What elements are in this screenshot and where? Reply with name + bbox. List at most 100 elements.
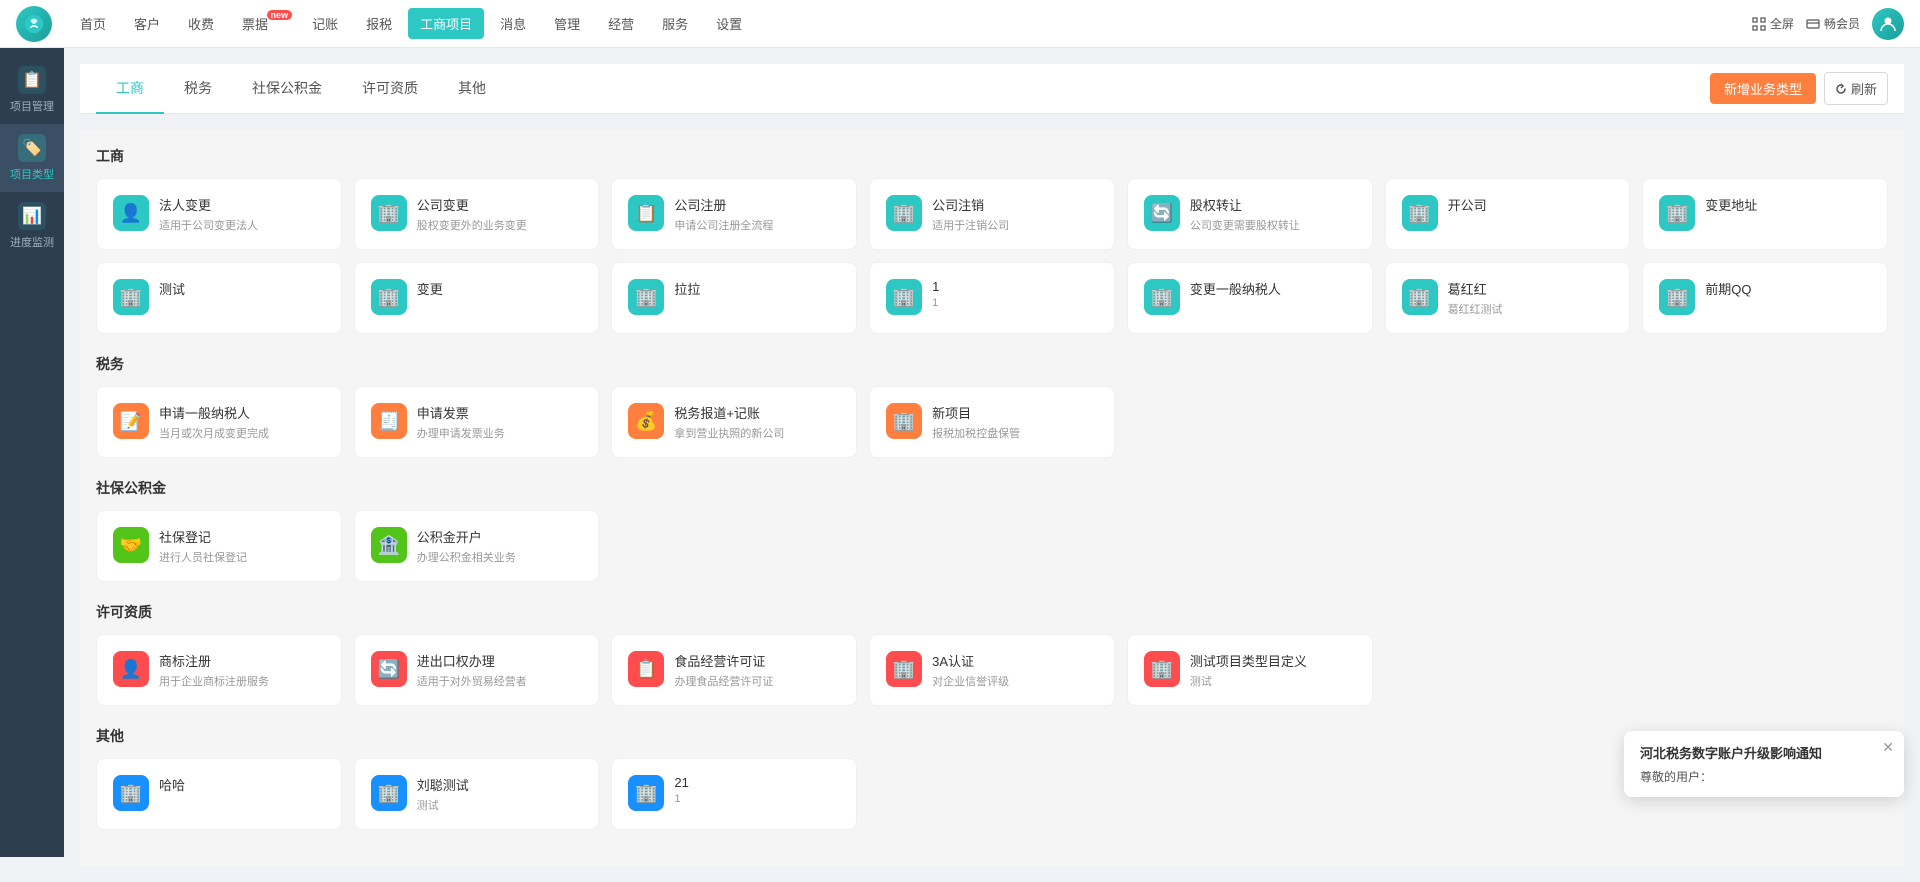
gehonghong-name: 葛红红 <box>1448 279 1614 298</box>
gongshang-row2: 🏢 测试 🏢 变更 🏢 拉拉 <box>96 262 1888 334</box>
card-gehonghong[interactable]: 🏢 葛红红 葛红红测试 <box>1385 262 1631 334</box>
dizhi-icon: 🏢 <box>1659 195 1695 231</box>
notification-popup: ✕ 河北税务数字账户升级影响通知 尊敬的用户： <box>1624 731 1904 797</box>
card-shuiwubodao[interactable]: 💰 税务报道+记账 拿到营业执照的新公司 <box>611 386 857 458</box>
card-shangbiao[interactable]: 👤 商标注册 用于企业商标注册服务 <box>96 634 342 706</box>
nav-fee[interactable]: 收费 <box>176 8 226 39</box>
ceshitype-name: 测试项目类型目定义 <box>1190 651 1356 670</box>
fullscreen-btn[interactable]: 全屏 <box>1752 15 1794 32</box>
yibanashuiren-icon: 📝 <box>113 403 149 439</box>
card-fapiao[interactable]: 🧾 申请发票 办理申请发票业务 <box>354 386 600 458</box>
21-name: 21 <box>674 775 840 790</box>
card-haha[interactable]: 🏢 哈哈 <box>96 758 342 830</box>
guquan-icon: 🔄 <box>1144 195 1180 231</box>
xinxiangmu-icon: 🏢 <box>886 403 922 439</box>
card-lala[interactable]: 🏢 拉拉 <box>611 262 857 334</box>
shangbiao-desc: 用于企业商标注册服务 <box>159 673 325 689</box>
liucong-name: 刘聪测试 <box>417 775 583 794</box>
nav-industry[interactable]: 工商项目 <box>408 8 484 39</box>
lala-icon: 🏢 <box>628 279 664 315</box>
card-yibanashuiren[interactable]: 📝 申请一般纳税人 当月或次月成变更完成 <box>96 386 342 458</box>
zhuxiao-name: 公司注销 <box>932 195 1098 214</box>
tab-shuiwu[interactable]: 税务 <box>164 64 232 114</box>
notification-title: 河北税务数字账户升级影响通知 <box>1640 743 1888 762</box>
jinchukou-icon: 🔄 <box>371 651 407 687</box>
one-desc: 1 <box>932 297 1098 309</box>
fapiao-icon: 🧾 <box>371 403 407 439</box>
nav-settings[interactable]: 设置 <box>704 8 754 39</box>
card-one[interactable]: 🏢 1 1 <box>869 262 1115 334</box>
shebao-grid: 🤝 社保登记 进行人员社保登记 🏦 公积金开户 办理公积金相关业务 <box>96 510 1888 582</box>
card-kaigongsi[interactable]: 🏢 开公司 <box>1385 178 1631 250</box>
sidebar-item-progress[interactable]: 📊 进度监测 <box>0 192 64 260</box>
zhuce-desc: 申请公司注册全流程 <box>674 217 840 233</box>
nav-admin[interactable]: 管理 <box>542 8 592 39</box>
zhuce-icon: 📋 <box>628 195 664 231</box>
card-guquan[interactable]: 🔄 股权转让 公司变更需要股权转让 <box>1127 178 1373 250</box>
haha-icon: 🏢 <box>113 775 149 811</box>
card-3a[interactable]: 🏢 3A认证 对企业信誉评级 <box>869 634 1115 706</box>
nav-tax[interactable]: 报税 <box>354 8 404 39</box>
ceshi-icon: 🏢 <box>113 279 149 315</box>
one-icon: 🏢 <box>886 279 922 315</box>
nav-business[interactable]: 经营 <box>596 8 646 39</box>
card-ceshi[interactable]: 🏢 测试 <box>96 262 342 334</box>
shebao-card-icon: 🤝 <box>113 527 149 563</box>
new-type-button[interactable]: 新增业务类型 <box>1710 73 1816 104</box>
card-gjijin[interactable]: 🏦 公积金开户 办理公积金相关业务 <box>354 510 600 582</box>
tab-gongshang[interactable]: 工商 <box>96 64 164 114</box>
tab-qita[interactable]: 其他 <box>438 64 506 114</box>
card-xinxiangmu[interactable]: 🏢 新项目 报税加税控盘保管 <box>869 386 1115 458</box>
21-desc: 1 <box>674 793 840 805</box>
card-jinchukou[interactable]: 🔄 进出口权办理 适用于对外贸易经营者 <box>354 634 600 706</box>
shebao-section: 社保公积金 🤝 社保登记 进行人员社保登记 🏦 公积金开户 办理公积金相关业务 <box>96 478 1888 582</box>
card-shipin[interactable]: 📋 食品经营许可证 办理食品经营许可证 <box>611 634 857 706</box>
nav-bookkeeping[interactable]: 记账 <box>300 8 350 39</box>
fapiao-name: 申请发票 <box>417 403 583 422</box>
fazhen-icon: 👤 <box>113 195 149 231</box>
gongsibiangeng-icon: 🏢 <box>371 195 407 231</box>
gongshang-row1: 👤 法人变更 适用于公司变更法人 🏢 公司变更 股权变更外的业务变更 📋 <box>96 178 1888 250</box>
card-liucong[interactable]: 🏢 刘聪测试 测试 <box>354 758 600 830</box>
gjijin-desc: 办理公积金相关业务 <box>417 549 583 565</box>
card-zhuxiao[interactable]: 🏢 公司注销 适用于注销公司 <box>869 178 1115 250</box>
card-qianqiQQ[interactable]: 🏢 前期QQ <box>1642 262 1888 334</box>
qita-section: 其他 🏢 哈哈 🏢 刘聪测试 测试 🏢 <box>96 726 1888 830</box>
xinxiangmu-name: 新项目 <box>932 403 1098 422</box>
tab-shebao[interactable]: 社保公积金 <box>232 64 342 114</box>
card-ceshitype[interactable]: 🏢 测试项目类型目定义 测试 <box>1127 634 1373 706</box>
nav-message[interactable]: 消息 <box>488 8 538 39</box>
shuiwu-section: 税务 📝 申请一般纳税人 当月或次月成变更完成 🧾 申请发票 办理申请发票业务 <box>96 354 1888 458</box>
gehonghong-icon: 🏢 <box>1402 279 1438 315</box>
card-21[interactable]: 🏢 21 1 <box>611 758 857 830</box>
qita-title: 其他 <box>96 726 1888 746</box>
top-nav: 首页 客户 收费 票据 new 记账 报税 工商项目 消息 管理 经营 服务 设… <box>0 0 1920 48</box>
qianqiQQ-icon: 🏢 <box>1659 279 1695 315</box>
progress-icon: 📊 <box>18 202 46 230</box>
sidebar: 📋 项目管理 🏷️ 项目类型 📊 进度监测 <box>0 48 64 857</box>
card-biangeng[interactable]: 🏢 变更 <box>354 262 600 334</box>
nav-home[interactable]: 首页 <box>68 8 118 39</box>
card-shebao[interactable]: 🤝 社保登记 进行人员社保登记 <box>96 510 342 582</box>
card-dizhi[interactable]: 🏢 变更地址 <box>1642 178 1888 250</box>
tabs-left: 工商 税务 社保公积金 许可资质 其他 <box>96 64 506 113</box>
yibanashuiren-desc: 当月或次月成变更完成 <box>159 425 325 441</box>
nav-ticket[interactable]: 票据 new <box>230 8 296 39</box>
card-gongsibiangeng[interactable]: 🏢 公司变更 股权变更外的业务变更 <box>354 178 600 250</box>
nav-customer[interactable]: 客户 <box>122 8 172 39</box>
tab-xuke[interactable]: 许可资质 <box>342 64 438 114</box>
sidebar-item-project-type[interactable]: 🏷️ 项目类型 <box>0 124 64 192</box>
bianashuiren-name: 变更一般纳税人 <box>1190 279 1356 298</box>
card-bianashuiren[interactable]: 🏢 变更一般纳税人 <box>1127 262 1373 334</box>
card-zhuce[interactable]: 📋 公司注册 申请公司注册全流程 <box>611 178 857 250</box>
vip-btn[interactable]: 畅会员 <box>1806 15 1860 32</box>
jinchukou-name: 进出口权办理 <box>417 651 583 670</box>
user-avatar[interactable] <box>1872 8 1904 40</box>
gongshang-section: 工商 👤 法人变更 适用于公司变更法人 🏢 公司变更 股权变更外的业务变更 <box>96 146 1888 334</box>
nav-service[interactable]: 服务 <box>650 8 700 39</box>
refresh-button[interactable]: 刷新 <box>1824 72 1888 105</box>
notification-close[interactable]: ✕ <box>1882 739 1894 756</box>
card-fazhen[interactable]: 👤 法人变更 适用于公司变更法人 <box>96 178 342 250</box>
lala-name: 拉拉 <box>674 279 840 298</box>
sidebar-item-project-manage[interactable]: 📋 项目管理 <box>0 56 64 124</box>
